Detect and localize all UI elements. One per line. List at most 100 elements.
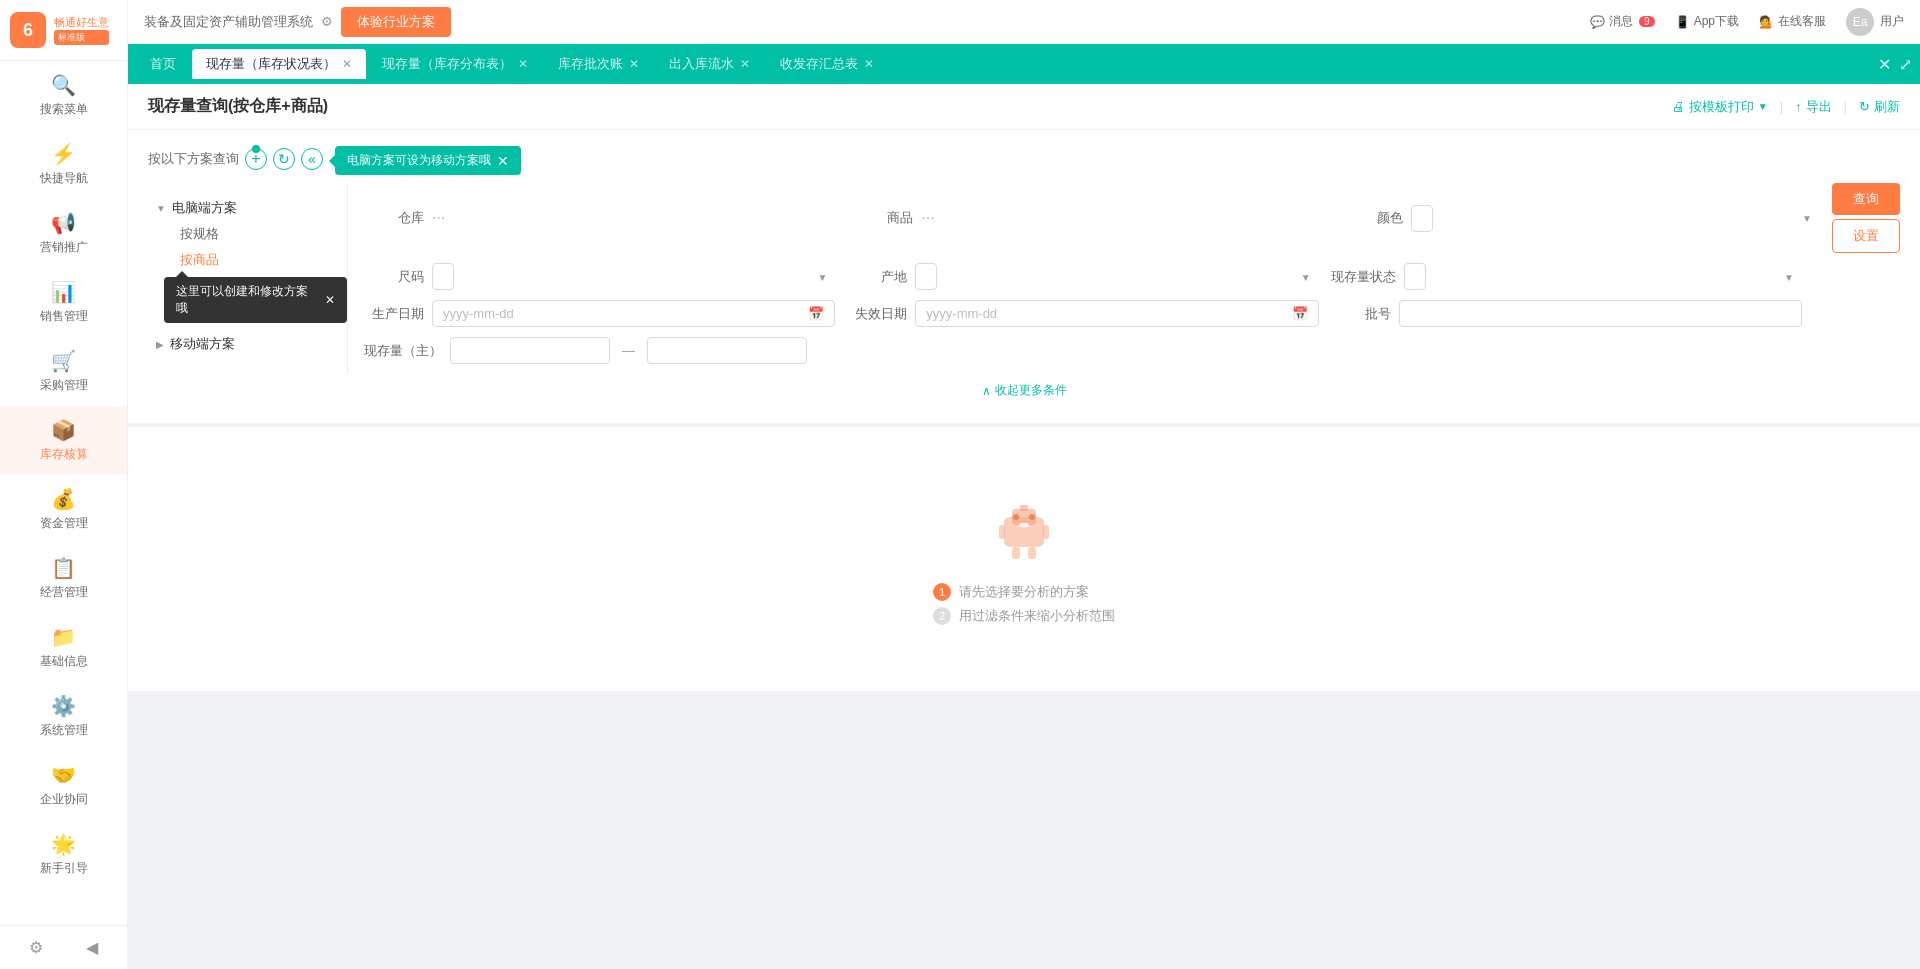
sidebar-item-purchase[interactable]: 🛒 采购管理 bbox=[0, 337, 127, 406]
tab-close-inventory-status[interactable]: ✕ bbox=[342, 57, 352, 71]
collapse-label: 收起更多条件 bbox=[995, 382, 1067, 399]
stock-status-label: 现存量状态 bbox=[1331, 268, 1396, 286]
batch-no-input[interactable] bbox=[1399, 300, 1802, 327]
support-icon: 💁 bbox=[1759, 15, 1774, 29]
svg-rect-5 bbox=[999, 525, 1005, 539]
sidebar-item-quick-nav[interactable]: ⚡ 快捷导航 bbox=[0, 130, 127, 199]
origin-select[interactable] bbox=[915, 263, 937, 290]
svg-rect-8 bbox=[1028, 547, 1036, 559]
operations-icon: 📋 bbox=[51, 556, 76, 580]
chevron-up-icon: ∧ bbox=[982, 384, 991, 398]
filter-refresh-btn[interactable]: ↻ bbox=[273, 148, 295, 170]
expire-date-input[interactable]: yyyy-mm-dd 📅 bbox=[915, 300, 1318, 327]
tab-inventory-status[interactable]: 现存量（库存状况表） ✕ bbox=[192, 49, 366, 79]
tab-home[interactable]: 首页 bbox=[136, 49, 190, 79]
sidebar-item-guide[interactable]: 🌟 新手引导 bbox=[0, 820, 127, 889]
collapse-footer-btn[interactable]: ◀ bbox=[86, 938, 98, 957]
sidebar-item-marketing[interactable]: 📢 营销推广 bbox=[0, 199, 127, 268]
refresh-btn[interactable]: ↻ 刷新 bbox=[1859, 98, 1900, 116]
industry-btn[interactable]: 体验行业方案 bbox=[341, 7, 451, 37]
scheme-desktop-label: 电脑端方案 bbox=[172, 199, 237, 217]
basic-icon: 📁 bbox=[51, 625, 76, 649]
page-content: 现存量查询(按仓库+商品) 🖨 按模板打印 ▼ | ↑ 导出 | bbox=[128, 84, 1920, 969]
tab-close-in-out-flow[interactable]: ✕ bbox=[740, 57, 750, 71]
filter-row-2: 尺码 产地 bbox=[364, 263, 1900, 290]
message-action[interactable]: 💬 消息 9 bbox=[1590, 13, 1655, 30]
tab-in-out-flow[interactable]: 出入库流水 ✕ bbox=[655, 49, 764, 79]
filter-row-4: 现存量（主） — bbox=[364, 337, 1900, 364]
message-badge: 9 bbox=[1639, 16, 1655, 27]
sidebar-item-sales[interactable]: 📊 销售管理 bbox=[0, 268, 127, 337]
tab-batch-account[interactable]: 库存批次账 ✕ bbox=[544, 49, 653, 79]
add-btn-indicator bbox=[252, 145, 260, 153]
tab-inventory-status-label: 现存量（库存状况表） bbox=[206, 55, 336, 73]
expire-date-label: 失效日期 bbox=[847, 305, 907, 323]
calendar-icon-produce: 📅 bbox=[808, 306, 824, 321]
refresh-label: 刷新 bbox=[1874, 98, 1900, 116]
sidebar-item-label: 采购管理 bbox=[40, 377, 88, 394]
empty-step-1-text: 请先选择要分析的方案 bbox=[959, 583, 1089, 601]
stock-main-label: 现存量（主） bbox=[364, 342, 442, 360]
tab-close-collect-summary[interactable]: ✕ bbox=[864, 57, 874, 71]
edit-tooltip-text: 这里可以创建和修改方案哦 bbox=[176, 283, 319, 317]
purchase-icon: 🛒 bbox=[51, 349, 76, 373]
scheme-desktop-expand[interactable]: ▼ 电脑端方案 bbox=[148, 195, 347, 221]
page-title: 现存量查询(按仓库+商品) bbox=[148, 96, 328, 117]
search-btn[interactable]: 查询 bbox=[1832, 183, 1900, 215]
stock-main-input[interactable] bbox=[450, 337, 610, 364]
finance-icon: 💰 bbox=[51, 487, 76, 511]
tab-bar: 首页 现存量（库存状况表） ✕ 现存量（库存分布表） ✕ 库存批次账 ✕ 出入库… bbox=[128, 44, 1920, 84]
scheme-mobile-expand[interactable]: ▶ 移动端方案 bbox=[148, 331, 347, 357]
quick-nav-icon: ⚡ bbox=[51, 142, 76, 166]
collapse-bar[interactable]: ∧ 收起更多条件 bbox=[148, 374, 1900, 407]
inventory-icon: 📦 bbox=[51, 418, 76, 442]
tab-close-batch-account[interactable]: ✕ bbox=[629, 57, 639, 71]
goods-dots[interactable]: ··· bbox=[921, 209, 934, 227]
scheme-item-by-spec[interactable]: 按规格 bbox=[172, 221, 347, 247]
filter-back-btn[interactable]: « bbox=[301, 148, 323, 170]
export-btn[interactable]: ↑ 导出 bbox=[1795, 98, 1832, 116]
color-select[interactable] bbox=[1411, 205, 1433, 232]
tab-collect-summary[interactable]: 收发存汇总表 ✕ bbox=[766, 49, 888, 79]
sidebar-item-label: 基础信息 bbox=[40, 653, 88, 670]
filter-fields: 仓库 ··· 商品 ··· 颜色 bbox=[348, 183, 1900, 374]
svg-rect-4 bbox=[1019, 523, 1029, 527]
produce-date-input[interactable]: yyyy-mm-dd 📅 bbox=[432, 300, 835, 327]
user-action[interactable]: Ea 用户 bbox=[1846, 8, 1904, 36]
sidebar-item-finance[interactable]: 💰 资金管理 bbox=[0, 475, 127, 544]
edit-tooltip-close[interactable]: ✕ bbox=[325, 293, 335, 307]
setting-btn[interactable]: 设置 bbox=[1832, 219, 1900, 253]
gear-icon[interactable]: ⚙ bbox=[321, 14, 333, 29]
sidebar-item-basic[interactable]: 📁 基础信息 bbox=[0, 613, 127, 682]
sidebar-item-enterprise[interactable]: 🤝 企业协同 bbox=[0, 751, 127, 820]
enterprise-icon: 🤝 bbox=[51, 763, 76, 787]
message-label: 消息 bbox=[1609, 13, 1633, 30]
tab-close-all-btn[interactable]: ✕ bbox=[1878, 55, 1891, 74]
online-support-action[interactable]: 💁 在线客服 bbox=[1759, 13, 1826, 30]
tab-home-label: 首页 bbox=[150, 55, 176, 73]
add-tooltip-close[interactable]: ✕ bbox=[497, 153, 509, 169]
settings-footer-btn[interactable]: ⚙ bbox=[29, 938, 43, 957]
sidebar-item-label: 新手引导 bbox=[40, 860, 88, 877]
print-dropdown-icon: ▼ bbox=[1758, 101, 1768, 112]
svg-point-2 bbox=[1013, 514, 1019, 520]
tab-fullscreen-btn[interactable]: ⤢ bbox=[1899, 55, 1912, 74]
app-download-action[interactable]: 📱 App下载 bbox=[1675, 13, 1739, 30]
tab-inventory-dist[interactable]: 现存量（库存分布表） ✕ bbox=[368, 49, 542, 79]
scheme-item-by-goods[interactable]: 按商品 bbox=[172, 247, 347, 273]
sidebar-item-operations[interactable]: 📋 经营管理 bbox=[0, 544, 127, 613]
warehouse-dots[interactable]: ··· bbox=[432, 209, 445, 227]
refresh-icon: ↻ bbox=[1859, 99, 1870, 114]
sidebar-item-search[interactable]: 🔍 搜索菜单 bbox=[0, 61, 127, 130]
print-btn[interactable]: 🖨 按模板打印 ▼ bbox=[1672, 98, 1768, 116]
stock-status-select[interactable] bbox=[1404, 263, 1426, 290]
top-header: 装备及固定资产辅助管理系统 ⚙ 体验行业方案 💬 消息 9 📱 App下载 💁 … bbox=[128, 0, 1920, 44]
size-label: 尺码 bbox=[364, 268, 424, 286]
size-select[interactable] bbox=[432, 263, 454, 290]
sidebar-item-inventory[interactable]: 📦 库存核算 bbox=[0, 406, 127, 475]
stock-main-input-end[interactable] bbox=[647, 337, 807, 364]
sidebar-item-system[interactable]: ⚙️ 系统管理 bbox=[0, 682, 127, 751]
tab-close-inventory-dist[interactable]: ✕ bbox=[518, 57, 528, 71]
origin-label: 产地 bbox=[847, 268, 907, 286]
produce-date-placeholder: yyyy-mm-dd bbox=[443, 306, 514, 321]
